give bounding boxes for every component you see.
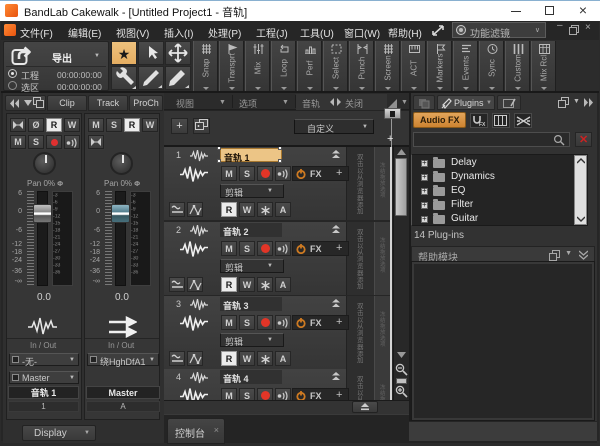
- svg-text:FX: FX: [479, 122, 486, 127]
